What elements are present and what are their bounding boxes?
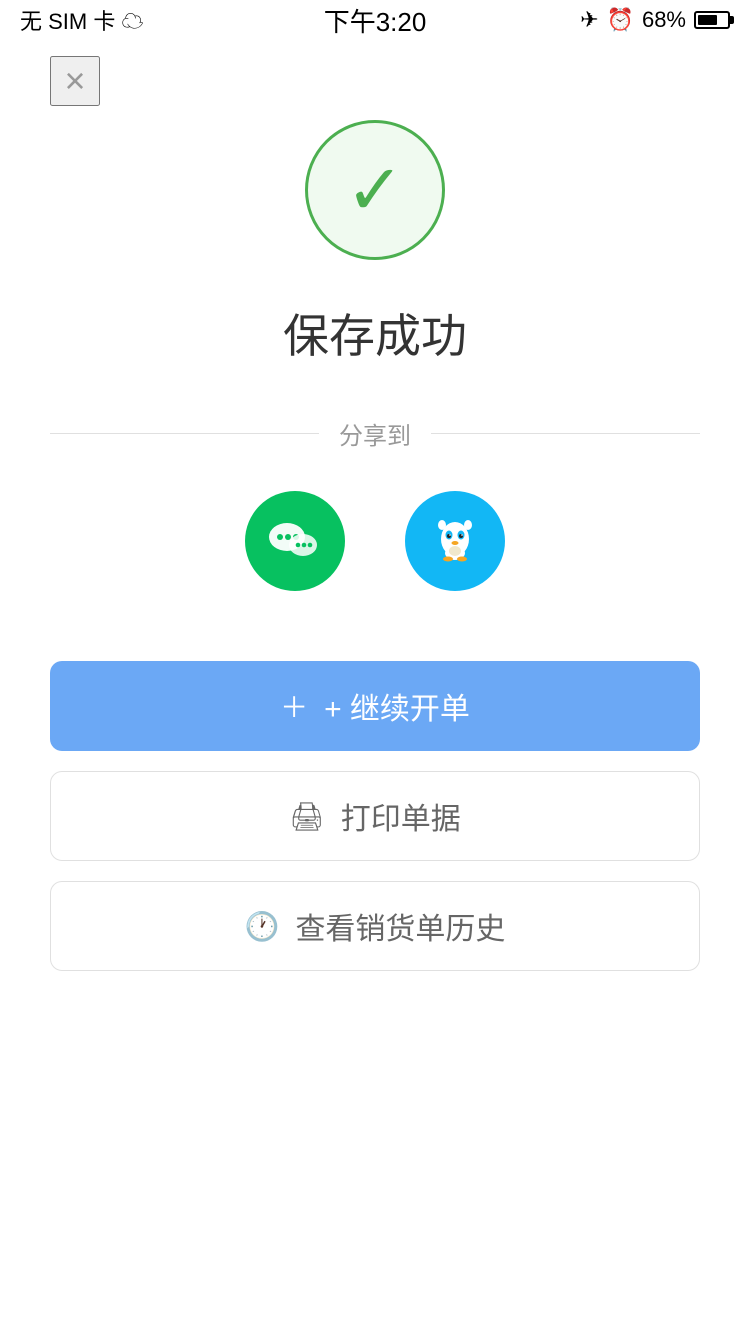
close-button[interactable]: × <box>50 56 100 106</box>
history-label: 查看销货单历史 <box>295 904 505 948</box>
status-right: ✈ ⏰ 68% <box>580 7 730 33</box>
divider-left <box>50 433 319 434</box>
alarm-icon: ⏰ <box>607 7 634 33</box>
printer-icon: 🖨 <box>289 800 325 833</box>
print-label: 打印单据 <box>341 794 461 838</box>
action-buttons: ＋ + 继续开单 🖨 打印单据 🕐 查看销货单历史 <box>0 661 750 971</box>
status-time: 下午3:20 <box>324 2 427 39</box>
status-left: 无 SIM 卡 ☁ <box>20 4 143 36</box>
continue-label: + 继续开单 <box>324 684 470 728</box>
main-content: ✓ 保存成功 分享到 <box>0 40 750 971</box>
success-title: 保存成功 <box>283 300 467 366</box>
clock-icon: 🕐 <box>245 910 280 943</box>
success-circle: ✓ <box>305 120 445 260</box>
checkmark-icon: ✓ <box>346 155 405 225</box>
qq-svg-icon <box>427 513 483 569</box>
share-icons <box>245 491 505 591</box>
location-icon: ✈ <box>580 7 598 33</box>
continue-button[interactable]: ＋ + 继续开单 <box>50 661 700 751</box>
share-label: 分享到 <box>319 416 431 451</box>
print-button[interactable]: 🖨 打印单据 <box>50 771 700 861</box>
no-sim-text: 无 SIM 卡 ☁ <box>20 4 143 36</box>
close-icon: × <box>64 63 85 99</box>
qq-share-button[interactable] <box>405 491 505 591</box>
battery-icon <box>694 11 730 29</box>
divider-right <box>431 433 700 434</box>
plus-icon: ＋ <box>280 686 308 726</box>
wechat-svg-icon <box>265 511 325 571</box>
battery-percent: 68% <box>642 7 686 33</box>
share-section: 分享到 <box>0 416 750 591</box>
status-bar: 无 SIM 卡 ☁ 下午3:20 ✈ ⏰ 68% <box>0 0 750 40</box>
share-divider-row: 分享到 <box>0 416 750 451</box>
history-button[interactable]: 🕐 查看销货单历史 <box>50 881 700 971</box>
wechat-share-button[interactable] <box>245 491 345 591</box>
